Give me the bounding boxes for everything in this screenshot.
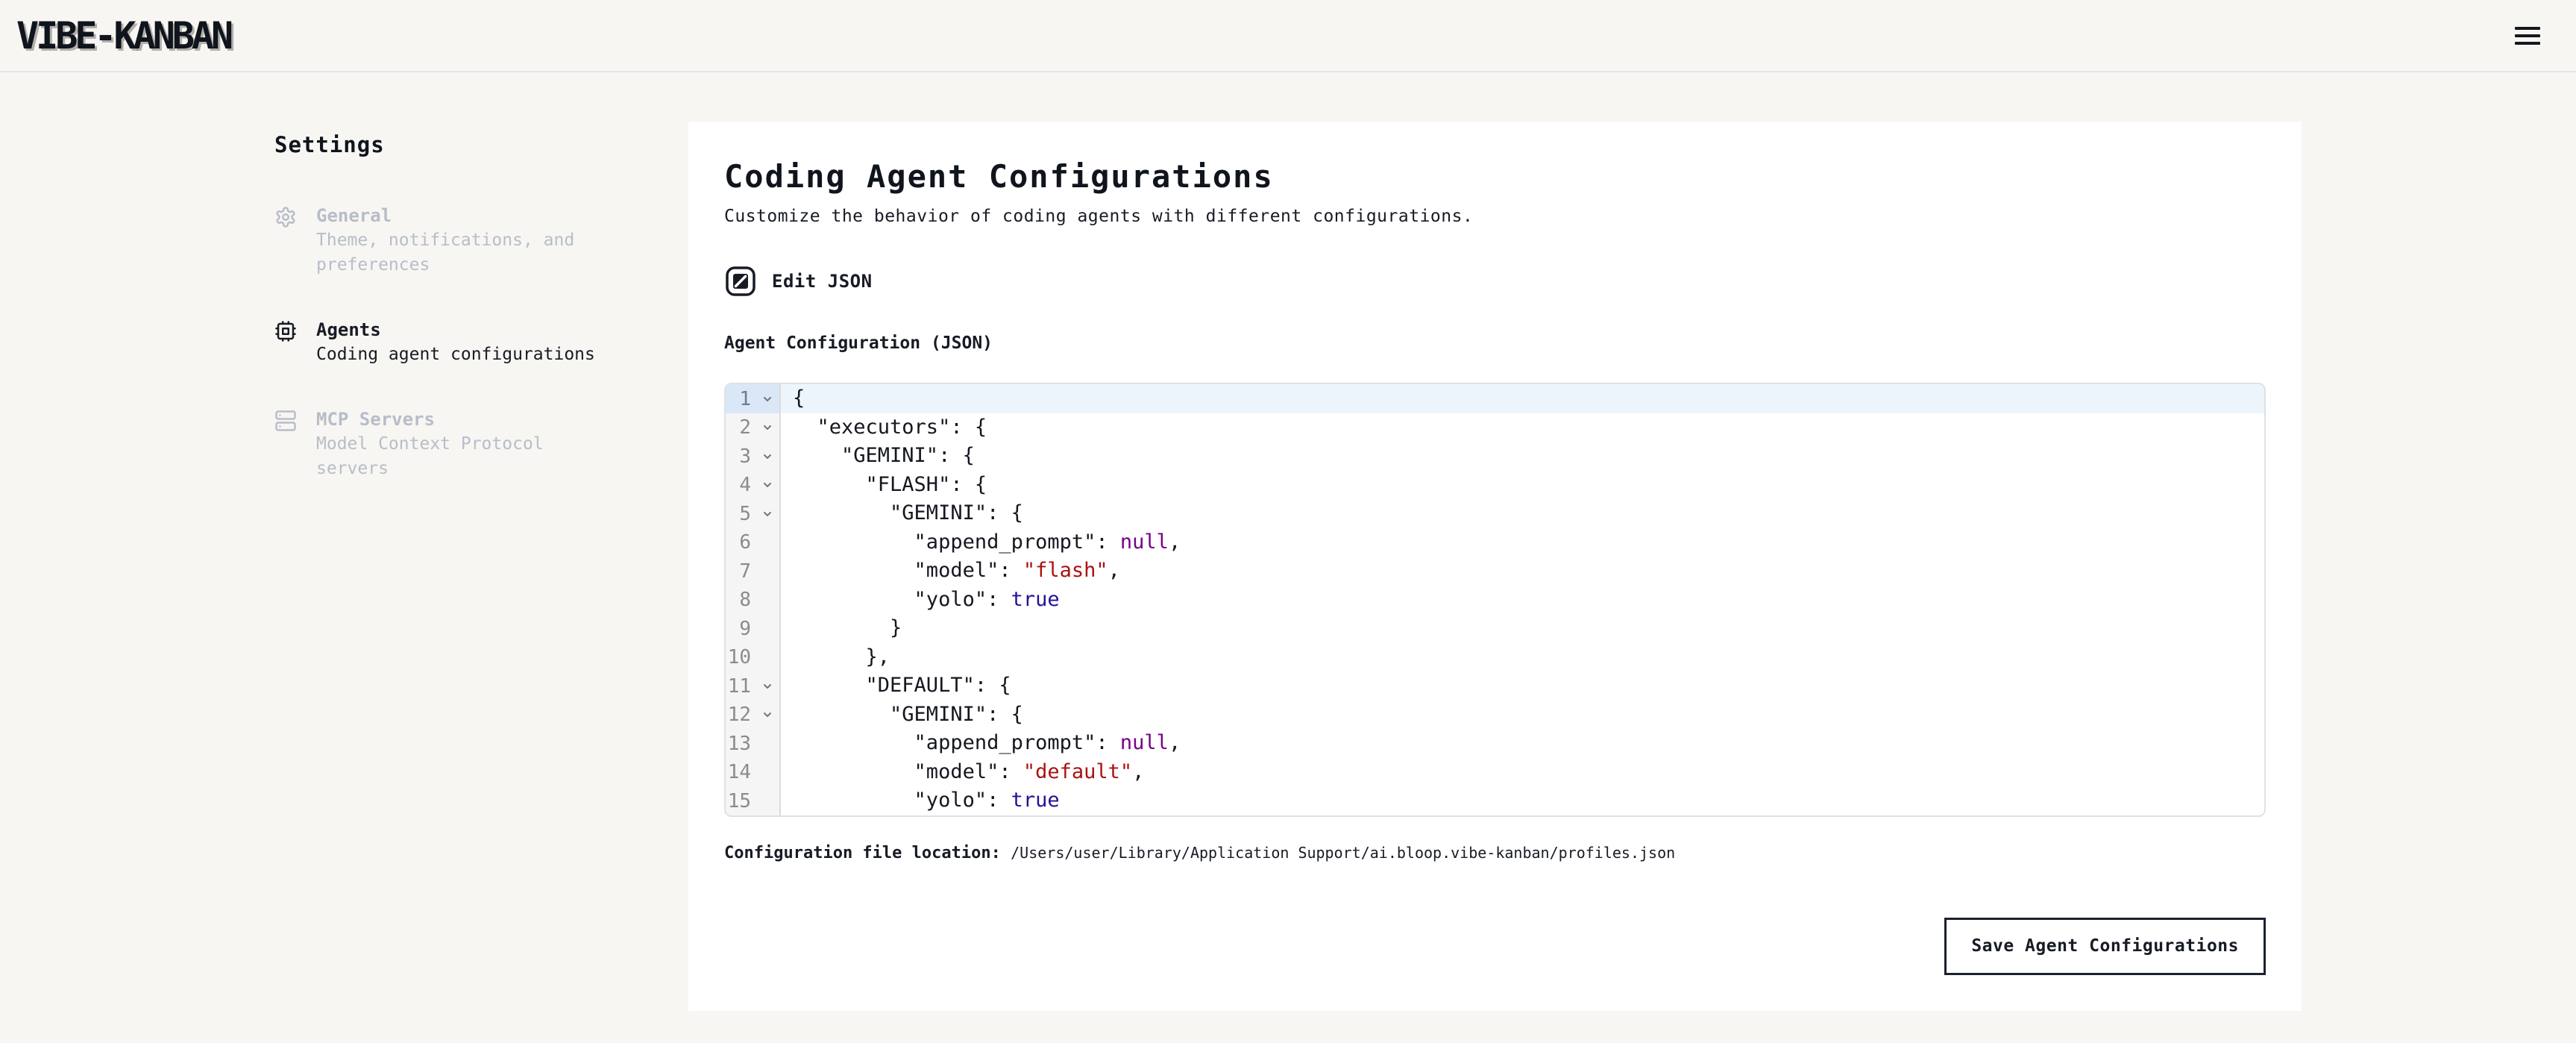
editor-gutter: 9 <box>726 614 781 643</box>
menu-button[interactable] <box>2507 19 2548 52</box>
editor-line[interactable]: 9 } <box>726 614 2264 643</box>
code-line[interactable]: "model": "default", <box>781 758 2264 787</box>
file-location-path: /Users/user/Library/Application Support/… <box>1011 843 1676 862</box>
line-number: 6 <box>739 531 751 554</box>
editor-line[interactable]: 15 "yolo": true <box>726 786 2264 815</box>
page-title: Coding Agent Configurations <box>724 158 1274 195</box>
editor-gutter: 14 <box>726 757 781 787</box>
code-line[interactable]: "model": "flash", <box>781 557 2264 586</box>
line-number: 4 <box>739 474 751 497</box>
code-line[interactable]: }, <box>781 643 2264 672</box>
sidebar-item-mcp-servers[interactable]: MCP Servers Model Context Protocol server… <box>274 407 625 481</box>
fold-toggle-icon[interactable] <box>755 422 779 433</box>
editor-gutter: 15 <box>726 786 781 815</box>
code-line[interactable]: "append_prompt": null, <box>781 729 2264 758</box>
editor-gutter: 5 <box>726 499 781 528</box>
content-container: Settings General Theme, notifications, an… <box>274 72 2302 1011</box>
editor-gutter: 8 <box>726 585 781 615</box>
code-line[interactable]: "yolo": true <box>781 586 2264 615</box>
editor-gutter: 7 <box>726 557 781 586</box>
edit-json-label: Edit JSON <box>772 271 873 292</box>
line-number: 3 <box>739 445 751 468</box>
line-number: 5 <box>739 502 751 525</box>
editor-line[interactable]: 11 "DEFAULT": { <box>726 671 2264 701</box>
code-line[interactable]: "yolo": true <box>781 786 2264 815</box>
editor-gutter: 4 <box>726 470 781 500</box>
line-number: 11 <box>727 674 751 698</box>
editor-line[interactable]: 5 "GEMINI": { <box>726 499 2264 528</box>
edit-json-checkbox-icon <box>724 265 757 298</box>
editor-gutter: 6 <box>726 527 781 557</box>
editor-line[interactable]: 8 "yolo": true <box>726 585 2264 615</box>
editor-line[interactable]: 12 "GEMINI": { <box>726 700 2264 730</box>
editor-line[interactable]: 2 "executors": { <box>726 413 2264 442</box>
editor-line[interactable]: 4 "FLASH": { <box>726 470 2264 500</box>
editor-line[interactable]: 1{ <box>726 384 2264 413</box>
code-line[interactable]: { <box>781 384 2264 413</box>
code-line[interactable]: "executors": { <box>781 413 2264 442</box>
code-line[interactable]: "DEFAULT": { <box>781 671 2264 701</box>
page-subtitle: Customize the behavior of coding agents … <box>724 207 1474 227</box>
editor-label: Agent Configuration (JSON) <box>724 333 993 354</box>
settings-sidebar: Settings General Theme, notifications, an… <box>274 122 625 1011</box>
sidebar-item-general[interactable]: General Theme, notifications, and prefere… <box>274 204 625 278</box>
editor-line[interactable]: 7 "model": "flash", <box>726 557 2264 586</box>
fold-toggle-icon[interactable] <box>755 479 779 491</box>
sidebar-title: Settings <box>274 132 385 157</box>
editor-gutter: 10 <box>726 642 781 672</box>
code-line[interactable]: "GEMINI": { <box>781 701 2264 730</box>
sidebar-item-label: Agents <box>316 319 381 340</box>
line-number: 13 <box>727 732 751 755</box>
save-row: Save Agent Configurations <box>724 917 2266 975</box>
line-number: 2 <box>739 416 751 439</box>
sidebar-item-label: MCP Servers <box>316 409 435 430</box>
sidebar-item-description: Theme, notifications, and preferences <box>316 231 575 275</box>
sidebar-item-description: Coding agent configurations <box>316 345 595 364</box>
editor-gutter: 1 <box>726 384 781 413</box>
line-number: 9 <box>739 617 751 640</box>
settings-card: Coding Agent Configurations Customize th… <box>688 122 2302 1011</box>
app-header: VIBE-KANBAN <box>0 0 2576 72</box>
editor-line[interactable]: 10 }, <box>726 642 2264 672</box>
server-icon <box>274 410 297 432</box>
cpu-icon <box>274 320 297 342</box>
line-number: 10 <box>727 646 751 669</box>
fold-toggle-icon[interactable] <box>755 393 779 405</box>
line-number: 15 <box>727 789 751 812</box>
gear-icon <box>274 206 297 228</box>
sidebar-nav: General Theme, notifications, and prefere… <box>274 204 625 481</box>
line-number: 8 <box>739 589 751 612</box>
editor-gutter: 11 <box>726 671 781 701</box>
code-line[interactable]: "GEMINI": { <box>781 499 2264 528</box>
code-line[interactable]: "GEMINI": { <box>781 442 2264 471</box>
app-logo[interactable]: VIBE-KANBAN <box>16 14 233 57</box>
fold-toggle-icon[interactable] <box>755 680 779 692</box>
file-location: Configuration file location: /Users/user… <box>724 844 2266 862</box>
file-location-label: Configuration file location: <box>724 843 1001 862</box>
fold-toggle-icon[interactable] <box>755 451 779 463</box>
code-line[interactable]: "append_prompt": null, <box>781 528 2264 557</box>
code-line[interactable]: } <box>781 614 2264 643</box>
editor-line[interactable]: 14 "model": "default", <box>726 757 2264 787</box>
sidebar-item-agents[interactable]: Agents Coding agent configurations <box>274 318 625 367</box>
fold-toggle-icon[interactable] <box>755 709 779 721</box>
editor-gutter: 2 <box>726 413 781 442</box>
editor-line[interactable]: 3 "GEMINI": { <box>726 442 2264 471</box>
line-number: 7 <box>739 560 751 583</box>
editor-gutter: 3 <box>726 442 781 471</box>
line-number: 14 <box>727 761 751 784</box>
fold-toggle-icon[interactable] <box>755 508 779 520</box>
editor-line[interactable]: 13 "append_prompt": null, <box>726 729 2264 758</box>
sidebar-item-label: General <box>316 205 392 226</box>
editor-gutter: 12 <box>726 700 781 730</box>
json-editor[interactable]: 1{2 "executors": {3 "GEMINI": {4 "FLASH"… <box>724 383 2266 817</box>
save-agent-configurations-button[interactable]: Save Agent Configurations <box>1944 917 2266 975</box>
code-line[interactable]: "FLASH": { <box>781 471 2264 500</box>
edit-json-toggle[interactable]: Edit JSON <box>724 265 873 298</box>
sidebar-item-description: Model Context Protocol servers <box>316 434 544 478</box>
editor-gutter: 13 <box>726 729 781 758</box>
line-number: 1 <box>739 387 751 410</box>
editor-line[interactable]: 6 "append_prompt": null, <box>726 527 2264 557</box>
line-number: 12 <box>727 704 751 727</box>
